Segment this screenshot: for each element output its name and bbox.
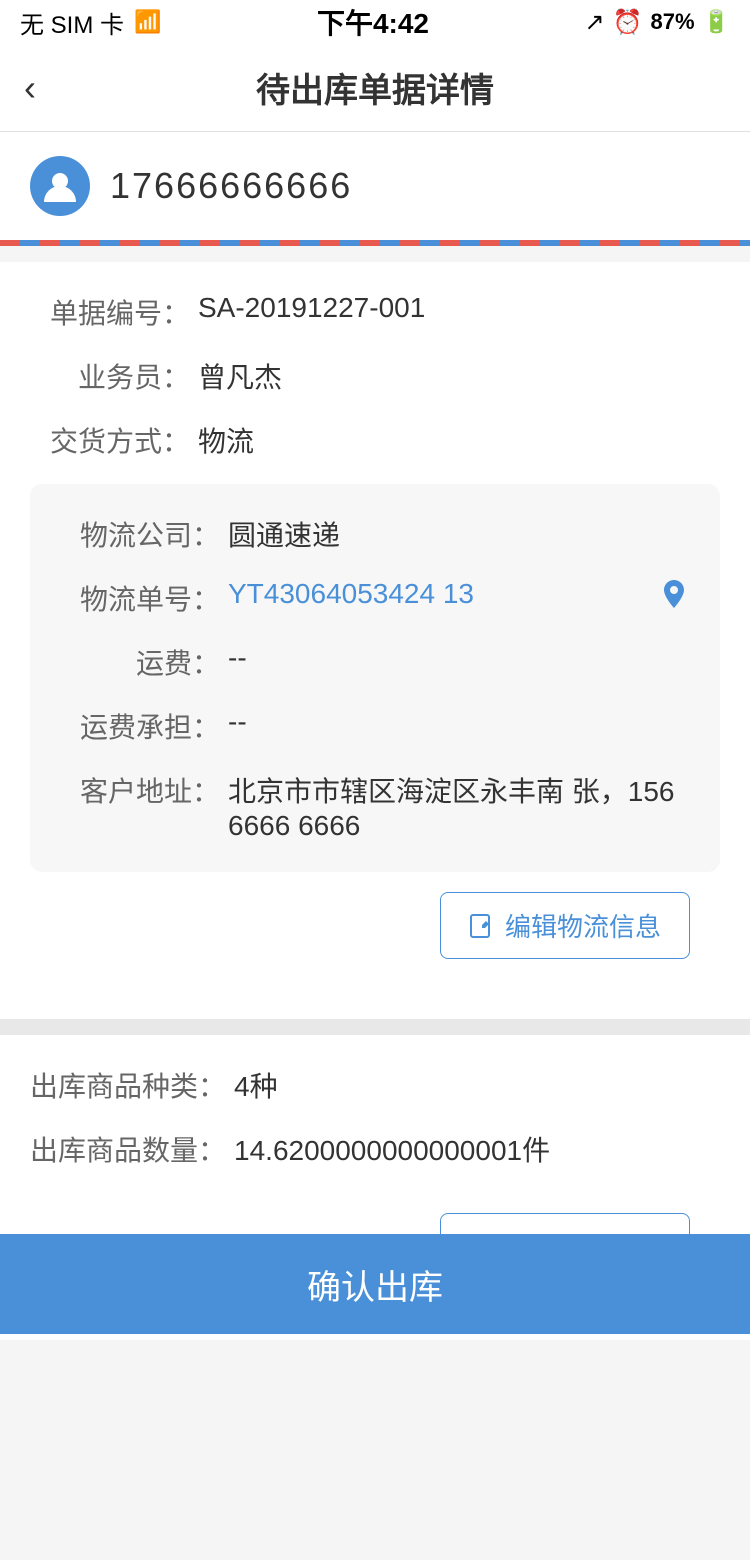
battery-label: 87% bbox=[651, 9, 695, 35]
avatar bbox=[30, 156, 90, 216]
edit-logistics-container: 编辑物流信息 bbox=[30, 872, 720, 989]
freight-value: -- bbox=[228, 642, 690, 674]
order-no-value: SA-20191227-001 bbox=[198, 292, 720, 324]
battery-icon: 🔋 bbox=[703, 9, 730, 35]
freight-bearer-value: -- bbox=[228, 706, 690, 738]
address-value: 北京市市辖区海淀区永丰南 张，156 6666 6666 bbox=[228, 770, 690, 842]
nav-bar: ‹ 待出库单据详情 bbox=[0, 44, 750, 132]
gray-separator bbox=[0, 1019, 750, 1035]
order-info-section: 单据编号： SA-20191227-001 业务员： 曾凡杰 交货方式： 物流 … bbox=[0, 262, 750, 1019]
address-label: 客户地址： bbox=[60, 770, 220, 810]
delivery-label: 交货方式： bbox=[30, 420, 190, 460]
status-left: 无 SIM 卡 📶 bbox=[20, 5, 161, 40]
logistics-company-row: 物流公司： 圆通速递 bbox=[60, 514, 690, 554]
freight-bearer-row: 运费承担： -- bbox=[60, 706, 690, 746]
goods-quantity-value: 14.6200000000000001件 bbox=[234, 1129, 720, 1169]
staff-value: 曾凡杰 bbox=[198, 356, 720, 396]
dashed-divider bbox=[0, 240, 750, 246]
logistics-tracking-value: YT43064053424 13 bbox=[228, 578, 646, 610]
confirm-label: 确认出库 bbox=[307, 1260, 443, 1309]
status-bar: 无 SIM 卡 📶 下午4:42 ↗ ⏰ 87% 🔋 bbox=[0, 0, 750, 44]
freight-row: 运费： -- bbox=[60, 642, 690, 682]
staff-label: 业务员： bbox=[30, 356, 190, 396]
user-phone: 17666666666 bbox=[110, 165, 352, 207]
bottom-spacer bbox=[0, 1340, 750, 1560]
goods-type-label: 出库商品种类： bbox=[30, 1065, 226, 1105]
edit-icon bbox=[469, 913, 495, 939]
order-no-row: 单据编号： SA-20191227-001 bbox=[30, 292, 720, 332]
logistics-card: 物流公司： 圆通速递 物流单号： YT43064053424 13 运费： --… bbox=[30, 484, 720, 872]
goods-quantity-label: 出库商品数量： bbox=[30, 1129, 226, 1169]
back-button[interactable]: ‹ bbox=[24, 67, 36, 109]
avatar-icon bbox=[42, 168, 78, 204]
user-header: 17666666666 bbox=[0, 132, 750, 240]
logistics-tracking-row: 物流单号： YT43064053424 13 bbox=[60, 578, 690, 618]
edit-logistics-button[interactable]: 编辑物流信息 bbox=[440, 892, 690, 959]
carrier-label: 无 SIM 卡 bbox=[20, 5, 124, 40]
location-status-icon: ↗ bbox=[585, 8, 605, 37]
logistics-company-value: 圆通速递 bbox=[228, 514, 690, 554]
goods-type-row: 出库商品种类： 4种 bbox=[30, 1065, 720, 1105]
freight-label: 运费： bbox=[60, 642, 220, 682]
confirm-bar[interactable]: 确认出库 bbox=[0, 1234, 750, 1334]
edit-logistics-label: 编辑物流信息 bbox=[505, 907, 661, 944]
staff-row: 业务员： 曾凡杰 bbox=[30, 356, 720, 396]
page-title: 待出库单据详情 bbox=[256, 63, 494, 112]
goods-type-value: 4种 bbox=[234, 1065, 720, 1105]
alarm-icon: ⏰ bbox=[613, 8, 643, 37]
logistics-company-label: 物流公司： bbox=[60, 514, 220, 554]
status-right: ↗ ⏰ 87% 🔋 bbox=[585, 8, 730, 37]
freight-bearer-label: 运费承担： bbox=[60, 706, 220, 746]
address-row: 客户地址： 北京市市辖区海淀区永丰南 张，156 6666 6666 bbox=[60, 770, 690, 842]
status-time: 下午4:42 bbox=[317, 2, 429, 42]
delivery-row: 交货方式： 物流 bbox=[30, 420, 720, 460]
logistics-tracking-label: 物流单号： bbox=[60, 578, 220, 618]
tracking-location-icon[interactable] bbox=[658, 578, 690, 610]
order-no-label: 单据编号： bbox=[30, 292, 190, 332]
delivery-value: 物流 bbox=[198, 420, 720, 460]
wifi-icon: 📶 bbox=[134, 9, 161, 35]
goods-quantity-row: 出库商品数量： 14.6200000000000001件 bbox=[30, 1129, 720, 1169]
